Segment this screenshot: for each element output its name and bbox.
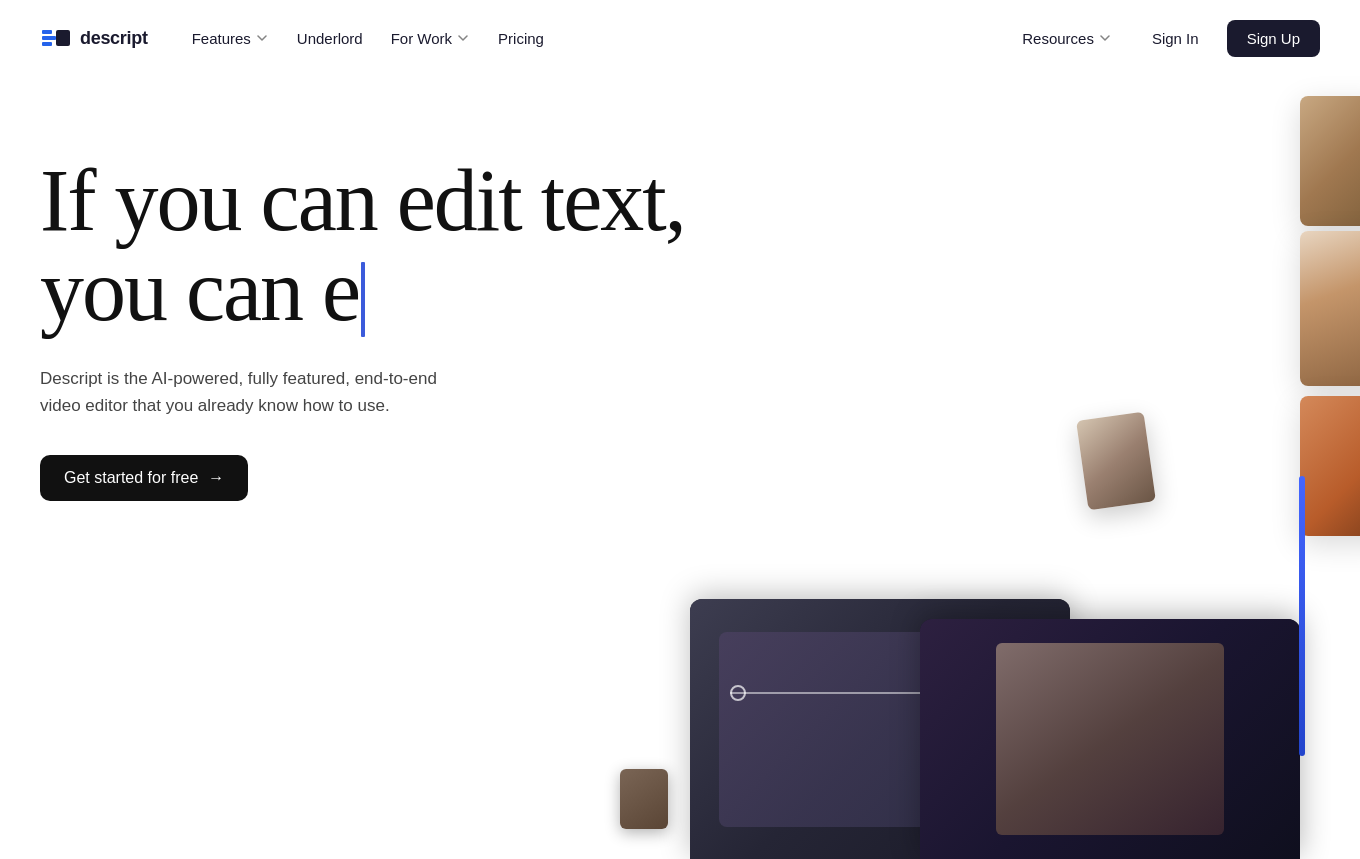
nav-pricing[interactable]: Pricing [486, 22, 556, 55]
cta-button[interactable]: Get started for free → [40, 455, 248, 501]
photo-card-3 [1300, 396, 1360, 536]
photo-card-1 [1300, 96, 1360, 226]
selection-line [730, 692, 1010, 694]
sign-in-button[interactable]: Sign In [1136, 22, 1215, 55]
hero-visuals [610, 76, 1360, 859]
for-work-chevron-icon [456, 31, 470, 45]
screen-left [690, 599, 1070, 859]
logo-text: descript [80, 28, 148, 49]
screen-left-inner [690, 599, 1070, 859]
logo[interactable]: descript [40, 22, 148, 54]
hero-subtext: Descript is the AI-powered, fully featur… [40, 365, 480, 419]
selection-dot [730, 685, 746, 701]
resources-chevron-icon [1098, 31, 1112, 45]
hero-headline-line2: you can e [40, 246, 365, 337]
nav-left: descript Features Underlord For Work Pri… [40, 22, 556, 55]
nav-for-work[interactable]: For Work [379, 22, 482, 55]
nav-resources[interactable]: Resources [1010, 22, 1124, 55]
nav-right: Resources Sign In Sign Up [1010, 20, 1320, 57]
blue-accent-bar [1299, 476, 1305, 756]
text-cursor [361, 262, 365, 337]
screen-right-content [920, 619, 1300, 859]
cta-label: Get started for free [64, 469, 198, 487]
nav-features[interactable]: Features [180, 22, 281, 55]
hero-headline: If you can edit text, you can e [40, 156, 685, 337]
hero-headline-line1: If you can edit text, [40, 152, 685, 249]
screen-left-content [719, 632, 1042, 827]
photo-card-2 [1300, 231, 1360, 386]
nav-underlord[interactable]: Underlord [285, 22, 375, 55]
avatar-thumbnail [620, 769, 668, 829]
screen-right [920, 619, 1300, 859]
floating-photo [1076, 412, 1156, 511]
svg-rect-2 [42, 42, 52, 46]
svg-rect-1 [42, 36, 56, 40]
navbar: descript Features Underlord For Work Pri… [0, 0, 1360, 76]
cta-arrow-icon: → [208, 469, 224, 487]
svg-rect-3 [56, 30, 70, 46]
hero-section: If you can edit text, you can e Descript… [0, 76, 1360, 859]
descript-logo-icon [40, 22, 72, 54]
nav-links-left: Features Underlord For Work Pricing [180, 22, 556, 55]
svg-rect-0 [42, 30, 52, 34]
hero-content: If you can edit text, you can e Descript… [40, 156, 685, 501]
screen-right-person [996, 643, 1224, 835]
features-chevron-icon [255, 31, 269, 45]
screen-right-inner [920, 619, 1300, 859]
sign-up-button[interactable]: Sign Up [1227, 20, 1320, 57]
